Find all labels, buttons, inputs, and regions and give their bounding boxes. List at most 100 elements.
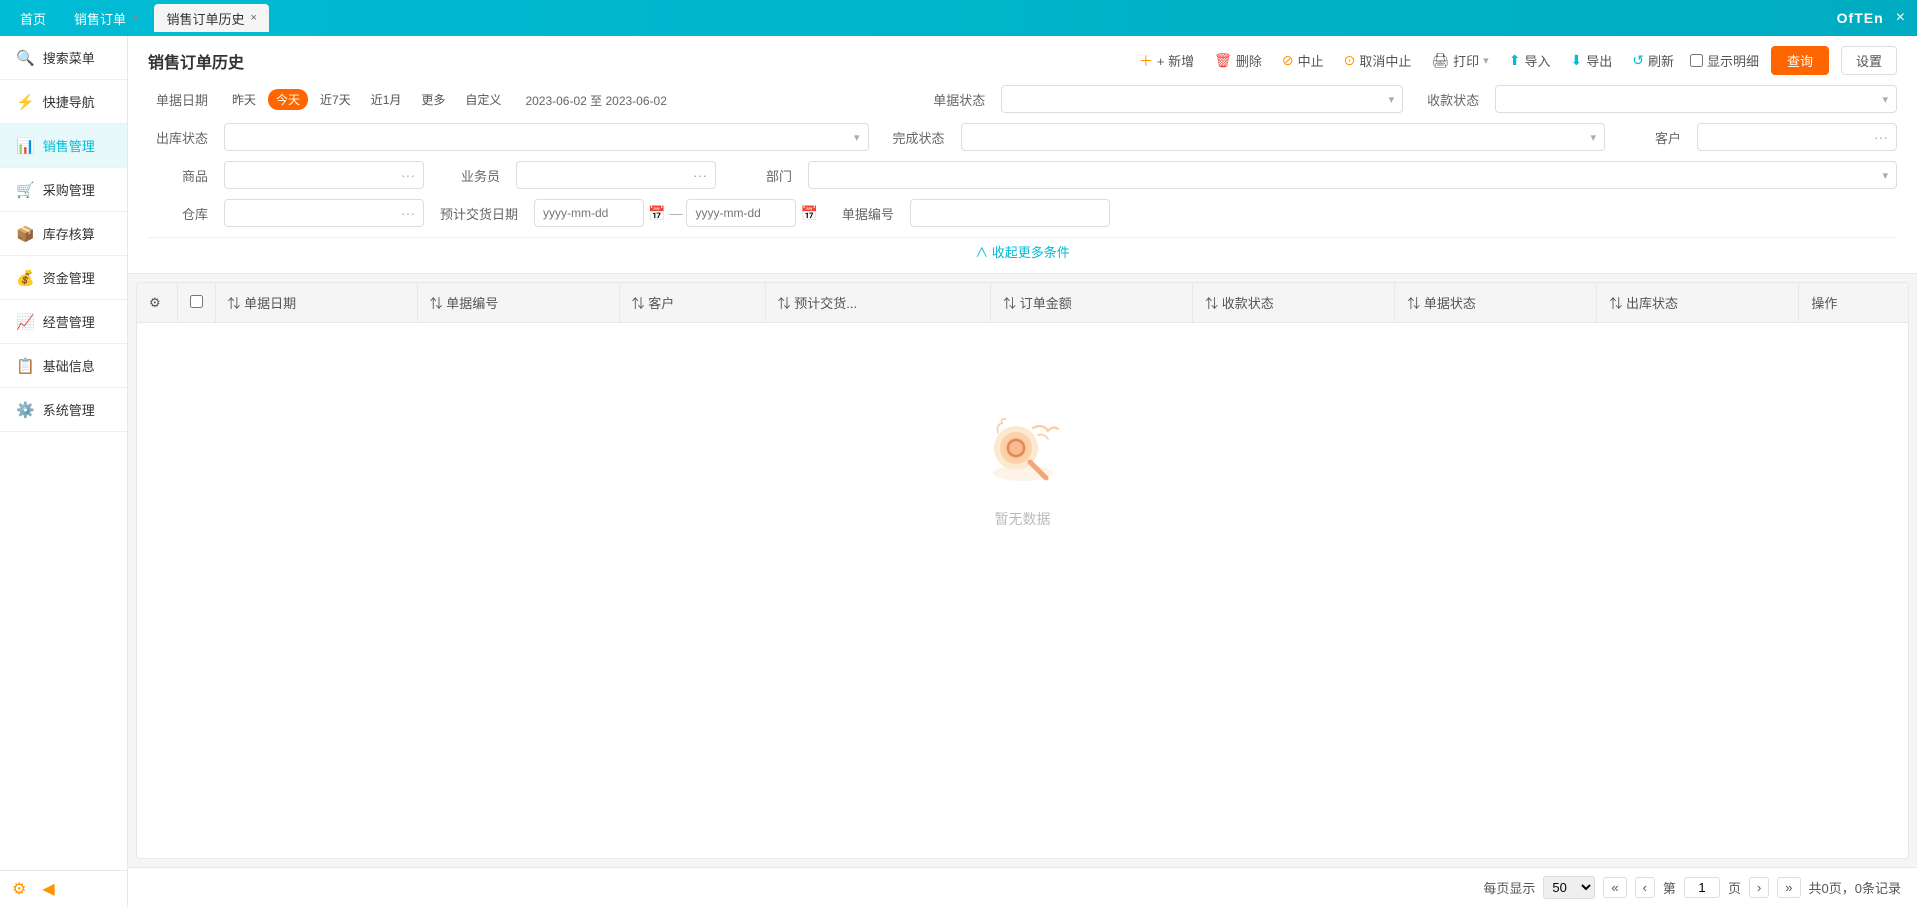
pay-status-select[interactable]: ▾ [1495, 85, 1897, 113]
col-expected-sort-icon: ⇅ [778, 296, 795, 311]
col-date-text: 单据日期 [244, 296, 296, 311]
expected-date-to[interactable] [686, 199, 796, 227]
col-settings[interactable]: ⚙ [137, 283, 177, 323]
department-select[interactable]: ▾ [808, 161, 1897, 189]
select-all-checkbox[interactable] [190, 295, 203, 308]
cal-from-icon[interactable]: 📅 [648, 205, 665, 222]
col-pay-sort-icon: ⇅ [1205, 296, 1222, 311]
tab-sales-order-close[interactable]: × [132, 12, 138, 24]
sidebar-settings-icon[interactable]: ⚙ [12, 879, 26, 899]
tab-sales-order-history[interactable]: 销售订单历史 × [154, 4, 268, 32]
sidebar-item-quick-nav[interactable]: ⚡ 快捷导航 [0, 80, 127, 124]
pay-status-label: 收款状态 [1419, 90, 1479, 109]
page-title: 销售订单历史 [148, 49, 244, 73]
page-number-input[interactable] [1684, 877, 1720, 898]
sidebar-item-purchase-mgmt[interactable]: 🛒 采购管理 [0, 168, 127, 212]
complete-status-select[interactable]: ▾ [961, 123, 1606, 151]
new-label: + 新增 [1157, 51, 1194, 70]
warehouse-dots-icon[interactable]: ··· [401, 205, 415, 221]
sidebar-item-search-menu[interactable]: 🔍 搜索菜单 [0, 36, 127, 80]
table-body: 暂无数据 [137, 323, 1908, 610]
cancel-stop-icon: ⊙ [1344, 52, 1356, 69]
product-select[interactable]: ··· [224, 161, 424, 189]
export-button[interactable]: ⬇ 导出 [1566, 49, 1616, 72]
import-button[interactable]: ⬆ 导入 [1505, 49, 1555, 72]
query-button[interactable]: 查询 [1771, 46, 1829, 75]
date-btn-7days[interactable]: 近7天 [312, 89, 359, 110]
empty-text: 暂无数据 [995, 509, 1051, 529]
customer-dots-icon[interactable]: ··· [1874, 129, 1888, 145]
display-toggle[interactable]: 显示明细 [1690, 51, 1759, 70]
table-header: ⚙ ⇅ 单据日期 ⇅ 单据编号 ⇅ [137, 283, 1908, 323]
sales-person-select[interactable]: ··· [516, 161, 716, 189]
page-size-select[interactable]: 50 10 20 100 [1543, 876, 1595, 899]
stop-button[interactable]: ⊘ 中止 [1278, 49, 1328, 72]
first-page-button[interactable]: « [1603, 877, 1626, 898]
date-btn-custom[interactable]: 自定义 [457, 89, 509, 110]
export-icon: ⬇ [1570, 52, 1582, 69]
refresh-button[interactable]: ↺ 刷新 [1628, 49, 1678, 72]
sidebar-collapse-icon[interactable]: ◀ [42, 879, 54, 899]
stop-icon: ⊘ [1282, 52, 1294, 69]
date-btn-yesterday[interactable]: 昨天 [224, 89, 264, 110]
col-pay-status: ⇅ 收款状态 [1193, 283, 1395, 323]
main-layout: 🔍 搜索菜单 ⚡ 快捷导航 📊 销售管理 🛒 采购管理 📦 库存核算 💰 资金管… [0, 36, 1917, 907]
search-menu-icon: 🔍 [16, 49, 35, 67]
order-status-select[interactable]: ▾ [1001, 85, 1403, 113]
import-label: 导入 [1524, 51, 1550, 70]
sidebar-item-system-mgmt[interactable]: ⚙️ 系统管理 [0, 388, 127, 432]
warehouse-select[interactable]: ··· [224, 199, 424, 227]
sidebar-item-ops-mgmt[interactable]: 📈 经营管理 [0, 300, 127, 344]
capital-mgmt-icon: 💰 [16, 269, 35, 287]
out-status-chevron-icon: ▾ [854, 131, 860, 144]
total-label: 共0页，0条记录 [1809, 878, 1901, 897]
order-no-input[interactable] [910, 199, 1110, 227]
sidebar-item-ops-mgmt-label: 经营管理 [43, 312, 95, 331]
tab-home[interactable]: 首页 [8, 4, 58, 32]
pagination-bar: 每页显示 50 10 20 100 « ‹ 第 页 › » 共0页，0条记录 [128, 867, 1917, 907]
date-btn-more[interactable]: 更多 [413, 89, 453, 110]
date-dash: — [669, 206, 682, 221]
sidebar-item-search-menu-label: 搜索菜单 [43, 48, 95, 67]
setting-button[interactable]: 设置 [1841, 46, 1897, 75]
next-page-button[interactable]: › [1749, 877, 1769, 898]
expected-date-from[interactable] [534, 199, 644, 227]
page-size-label: 每页显示 [1483, 878, 1535, 897]
top-bar-right: OfTEn × [1837, 9, 1909, 27]
sidebar-item-base-info[interactable]: 📋 基础信息 [0, 344, 127, 388]
new-button[interactable]: ＋ + 新增 [1135, 49, 1198, 73]
cal-to-icon[interactable]: 📅 [800, 205, 817, 222]
col-out-status: ⇅ 出库状态 [1597, 283, 1799, 323]
customer-select[interactable]: ··· [1697, 123, 1897, 151]
sidebar-item-capital-mgmt-label: 资金管理 [43, 268, 95, 287]
col-expected-date: ⇅ 预计交货... [765, 283, 990, 323]
expected-date-range: 📅 — 📅 [534, 199, 818, 227]
last-page-button[interactable]: » [1777, 877, 1800, 898]
order-status-chevron-icon: ▾ [1389, 93, 1395, 106]
tab-sales-order-history-close[interactable]: × [250, 12, 256, 24]
pay-status-chevron-icon: ▾ [1882, 93, 1888, 106]
display-toggle-checkbox[interactable] [1690, 54, 1703, 67]
date-btn-1month[interactable]: 近1月 [363, 89, 410, 110]
prev-page-button[interactable]: ‹ [1635, 877, 1655, 898]
date-btn-today[interactable]: 今天 [268, 89, 308, 110]
display-toggle-label: 显示明细 [1707, 51, 1759, 70]
sales-mgmt-icon: 📊 [16, 137, 35, 155]
sidebar-item-sales-mgmt[interactable]: 📊 销售管理 [0, 124, 127, 168]
col-date: ⇅ 单据日期 [215, 283, 417, 323]
tab-sales-order[interactable]: 销售订单 × [62, 4, 150, 32]
print-chevron-icon: ▾ [1483, 54, 1489, 67]
product-dots-icon[interactable]: ··· [401, 167, 415, 183]
sidebar-item-purchase-mgmt-label: 采购管理 [43, 180, 95, 199]
col-order-status-text: 单据状态 [1424, 296, 1476, 311]
window-close-button[interactable]: × [1892, 9, 1909, 27]
print-button[interactable]: 🖨 打印 ▾ [1427, 49, 1492, 72]
out-status-select[interactable]: ▾ [224, 123, 869, 151]
sidebar-item-inventory[interactable]: 📦 库存核算 [0, 212, 127, 256]
delete-button[interactable]: 🗑 删除 [1210, 49, 1266, 72]
collapse-bar[interactable]: ∧ 收起更多条件 [148, 237, 1897, 265]
cancel-stop-button[interactable]: ⊙ 取消中止 [1340, 49, 1416, 72]
sales-person-dots-icon[interactable]: ··· [693, 167, 707, 183]
tab-sales-order-label: 销售订单 [74, 9, 126, 28]
sidebar-item-capital-mgmt[interactable]: 💰 资金管理 [0, 256, 127, 300]
